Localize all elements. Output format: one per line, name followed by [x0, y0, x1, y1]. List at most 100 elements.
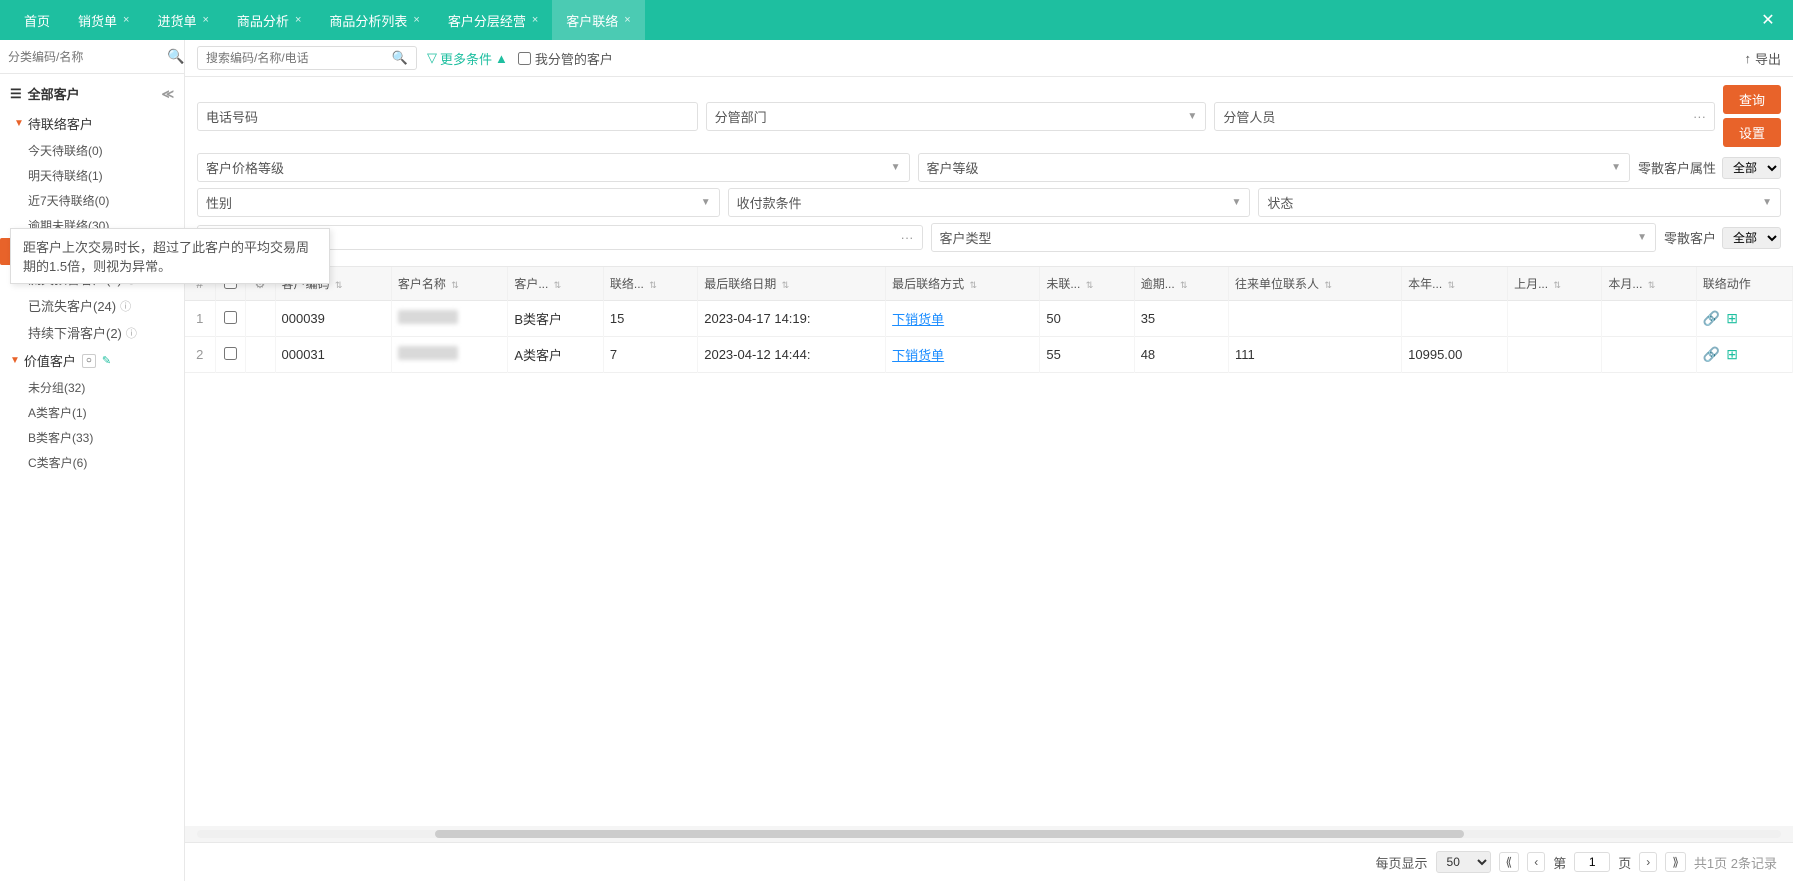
status-field[interactable]: 状态 ▼ — [1258, 188, 1781, 217]
cell-contact: 7 — [603, 337, 697, 373]
col-unreached[interactable]: 未联... ⇅ — [1040, 267, 1134, 301]
retail-customer-field: 零散客户 全部 — [1664, 227, 1781, 249]
chevron-up-icon: ▲ — [495, 51, 508, 66]
col-last-month[interactable]: 上月... ⇅ — [1508, 267, 1602, 301]
prev-page-button[interactable]: ‹ — [1527, 852, 1545, 872]
close-sales-order-icon[interactable]: × — [123, 14, 129, 26]
action-link-icon[interactable]: 🔗 — [1703, 346, 1720, 363]
customer-table: # ⚙ 客户编码 ⇅ 客户名称 ⇅ 客户... ⇅ 联络... ⇅ 最后联络日期… — [185, 267, 1793, 373]
payment-field[interactable]: 收付款条件 ▼ — [728, 188, 1251, 217]
page-number-input[interactable] — [1574, 852, 1610, 872]
table-row: 2 000031 A类客户 7 2023-04-12 14:44: 下销货单 5… — [185, 337, 1793, 373]
scroll-thumb[interactable] — [435, 830, 1465, 838]
price-level-field[interactable]: 客户价格等级 ▼ — [197, 153, 910, 182]
my-customers-checkbox[interactable] — [518, 52, 531, 65]
more-conditions-button[interactable]: ▽ 更多条件 ▲ — [427, 49, 508, 68]
nav-sales-order[interactable]: 销货单 × — [64, 0, 143, 40]
close-purchase-order-icon[interactable]: × — [202, 14, 208, 26]
close-product-analysis-list-icon[interactable]: × — [413, 14, 419, 26]
cell-checkbox[interactable] — [215, 301, 245, 337]
page-size-select[interactable]: 50 100 200 — [1436, 851, 1491, 873]
next-page-button[interactable]: › — [1639, 852, 1657, 872]
cell-settings — [245, 301, 275, 337]
person-ellipsis-icon: ··· — [1693, 109, 1706, 124]
nav-customer-segmentation[interactable]: 客户分层经营 × — [434, 0, 552, 40]
nav-customer-contact[interactable]: 客户联络 × — [552, 0, 644, 40]
sidebar-section-value-customers[interactable]: ▼ 价值客户 ○ ✎ — [0, 346, 184, 375]
action-grid-icon[interactable]: ⊞ — [1726, 310, 1738, 327]
cell-unreached: 55 — [1040, 337, 1134, 373]
settings-button[interactable]: 设置 — [1723, 118, 1781, 147]
sidebar-search-icon[interactable]: 🔍 — [167, 48, 184, 65]
col-customer-name[interactable]: 客户名称 ⇅ — [391, 267, 507, 301]
nav-product-analysis[interactable]: 商品分析 × — [223, 0, 315, 40]
sidebar-item-declining[interactable]: 持续下滑客户(2) ⓘ — [0, 319, 184, 346]
cell-last-contact-method[interactable]: 下销货单 — [886, 301, 1040, 337]
my-customers-checkbox-area[interactable]: 我分管的客户 — [518, 49, 613, 68]
col-contact[interactable]: 联络... ⇅ — [603, 267, 697, 301]
search-input[interactable] — [206, 51, 388, 65]
cell-checkbox[interactable] — [215, 337, 245, 373]
nav-home[interactable]: 首页 — [10, 0, 64, 40]
customer-level-field[interactable]: 客户等级 ▼ — [918, 153, 1631, 182]
nav-purchase-order[interactable]: 进货单 × — [143, 0, 222, 40]
export-button[interactable]: ↑ 导出 — [1744, 49, 1781, 68]
cell-customer-name — [391, 337, 507, 373]
nav-product-analysis-list[interactable]: 商品分析列表 × — [315, 0, 433, 40]
col-customer-type[interactable]: 客户... ⇅ — [508, 267, 604, 301]
sidebar-item-7days-pending[interactable]: 近7天待联络(0) — [0, 188, 184, 213]
sidebar-collapse-icon[interactable]: ≪ — [161, 87, 174, 101]
circle-icon[interactable]: ○ — [82, 354, 96, 368]
first-page-button[interactable]: ⟪ — [1499, 852, 1520, 872]
close-customer-segmentation-icon[interactable]: × — [532, 14, 538, 26]
sidebar-root-all-customers[interactable]: ☰ 全部客户 ≪ — [0, 78, 184, 109]
col-last-contact-date[interactable]: 最后联络日期 ⇅ — [698, 267, 886, 301]
sidebar-item-today-pending[interactable]: 今天待联络(0) — [0, 138, 184, 163]
data-table-area: # ⚙ 客户编码 ⇅ 客户名称 ⇅ 客户... ⇅ 联络... ⇅ 最后联络日期… — [185, 267, 1793, 826]
action-grid-icon[interactable]: ⊞ — [1726, 346, 1738, 363]
sidebar-item-churned[interactable]: 已流失客户(24) ⓘ — [0, 292, 184, 319]
sidebar-search-input[interactable] — [8, 50, 163, 64]
cell-last-contact-method[interactable]: 下销货单 — [886, 337, 1040, 373]
sidebar-section-pending-contact[interactable]: ▼ 待联络客户 — [0, 109, 184, 138]
sidebar-search-bar: 🔍 — [0, 40, 184, 74]
last-page-button[interactable]: ⟫ — [1665, 852, 1686, 872]
sidebar-item-ungrouped[interactable]: 未分组(32) — [0, 375, 184, 400]
col-last-contact-method[interactable]: 最后联络方式 ⇅ — [886, 267, 1040, 301]
total-records: 共1页 2条记录 — [1694, 853, 1777, 872]
col-action: 联络动作 — [1696, 267, 1792, 301]
sidebar-item-class-c[interactable]: C类客户(6) — [0, 450, 184, 475]
person-field[interactable]: 分管人员 ··· — [1214, 102, 1715, 131]
col-this-month[interactable]: 本月... ⇅ — [1602, 267, 1696, 301]
payment-dropdown-icon: ▼ — [1231, 197, 1241, 208]
phone-field[interactable]: 电话号码 — [197, 102, 698, 131]
action-buttons: 查询 设置 — [1723, 85, 1781, 147]
cell-contact: 15 — [603, 301, 697, 337]
sidebar-item-class-a[interactable]: A类客户(1) — [0, 400, 184, 425]
close-customer-contact-icon[interactable]: × — [624, 14, 630, 26]
col-overdue[interactable]: 逾期... ⇅ — [1134, 267, 1228, 301]
action-link-icon[interactable]: 🔗 — [1703, 310, 1720, 327]
customer-type-dropdown-icon: ▼ — [1637, 232, 1647, 243]
col-this-year[interactable]: 本年... ⇅ — [1402, 267, 1508, 301]
filter-search-icon[interactable]: 🔍 — [392, 50, 408, 66]
gender-field[interactable]: 性别 ▼ — [197, 188, 720, 217]
query-button[interactable]: 查询 — [1723, 85, 1781, 114]
retail-attr-select[interactable]: 全部 — [1722, 157, 1781, 179]
dept-field[interactable]: 分管部门 ▼ — [706, 102, 1207, 131]
window-close-button[interactable]: ✕ — [1753, 5, 1783, 35]
col-partner-contacts[interactable]: 往来单位联系人 ⇅ — [1229, 267, 1402, 301]
cell-customer-code: 000039 — [275, 301, 391, 337]
horizontal-scrollbar[interactable] — [197, 830, 1781, 838]
edit-icon-value-customers[interactable]: ✎ — [102, 354, 111, 367]
cell-partner-contacts: 111 — [1229, 337, 1402, 373]
sidebar-item-class-b[interactable]: B类客户(33) — [0, 425, 184, 450]
sidebar-item-tomorrow-pending[interactable]: 明天待联络(1) — [0, 163, 184, 188]
customer-type-field[interactable]: 客户类型 ▼ — [931, 223, 1657, 252]
close-product-analysis-icon[interactable]: × — [295, 14, 301, 26]
filter-row-3: 性别 ▼ 收付款条件 ▼ 状态 ▼ — [197, 188, 1781, 217]
cell-row-num: 1 — [185, 301, 215, 337]
retail-customer-select[interactable]: 全部 — [1722, 227, 1781, 249]
cell-customer-type: B类客户 — [508, 301, 604, 337]
sidebar: 🔍 ☰ 全部客户 ≪ ▼ 待联络客户 今天待联络(0) 明天待联络(1) 近7天… — [0, 40, 185, 881]
